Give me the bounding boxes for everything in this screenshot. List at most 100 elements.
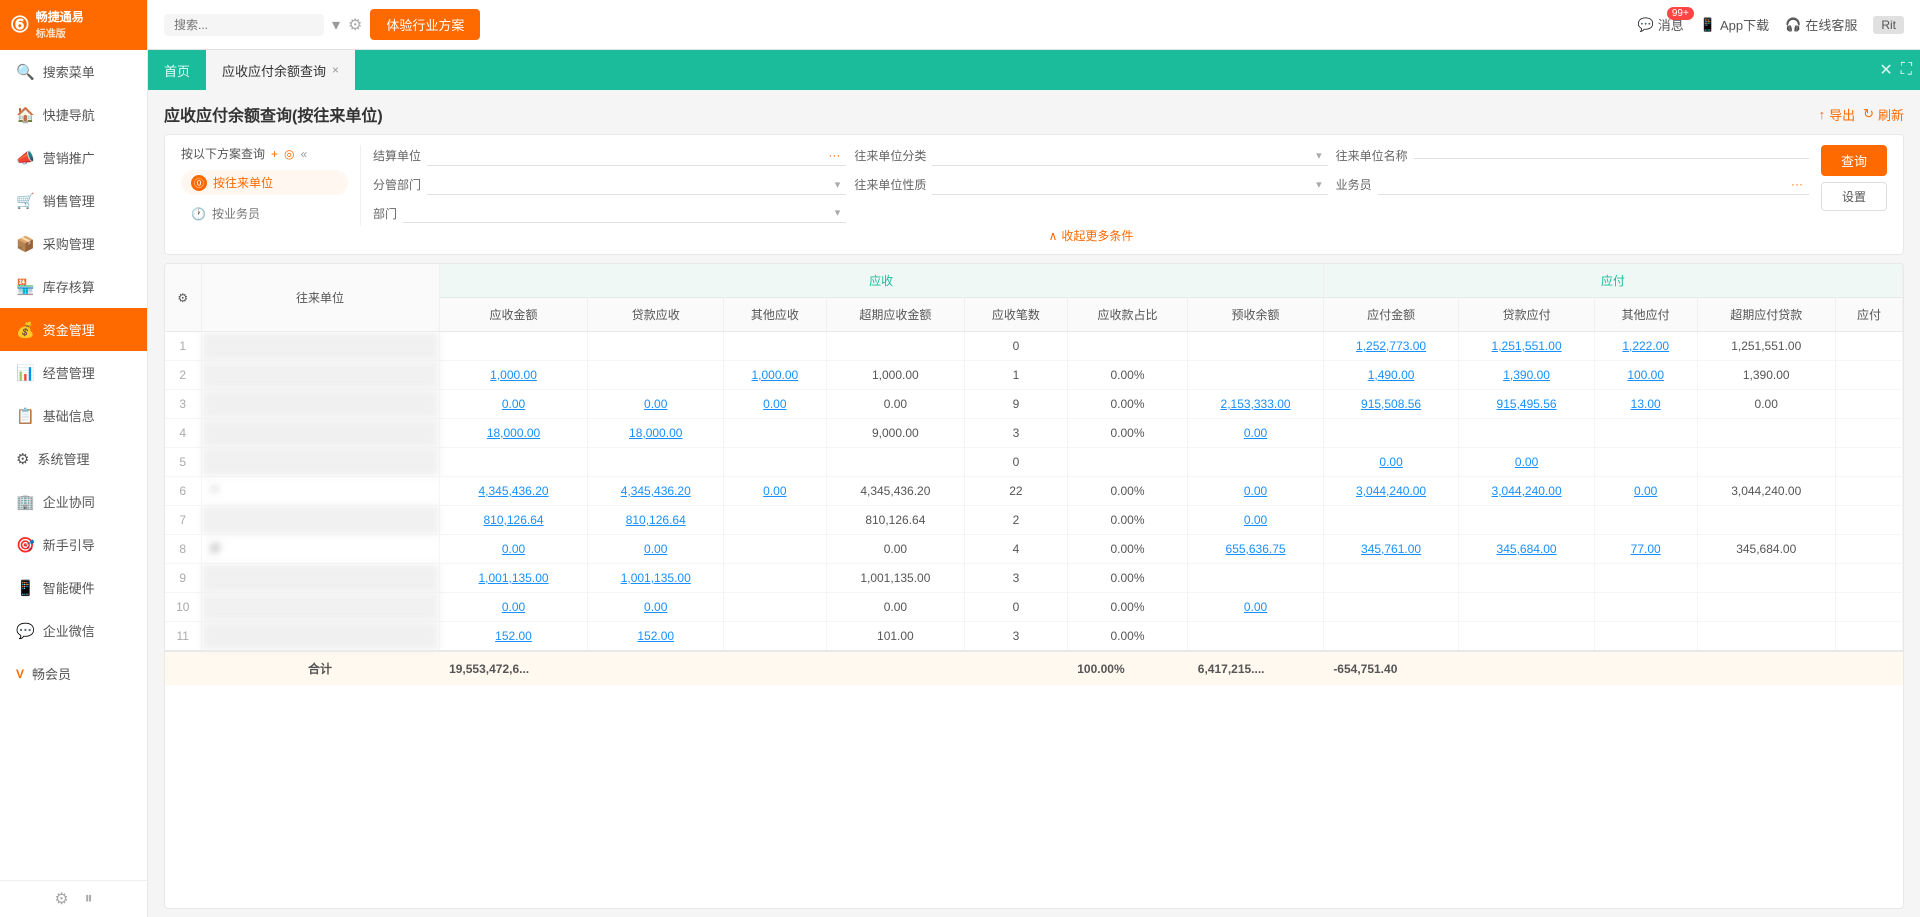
data-cell[interactable]: 0.00 <box>1188 477 1324 506</box>
sub-dept-select[interactable]: ▾ <box>403 203 846 223</box>
data-cell[interactable]: 0.00 <box>439 593 588 622</box>
sidebar-item-marketing[interactable]: 📣 营销推广 <box>0 136 147 179</box>
partner-type-select[interactable]: ▾ <box>932 146 1327 166</box>
data-cell[interactable] <box>1188 361 1324 390</box>
data-cell[interactable] <box>1188 448 1324 477</box>
data-cell[interactable] <box>1188 332 1324 361</box>
data-cell[interactable] <box>1323 622 1459 652</box>
data-cell[interactable] <box>723 506 826 535</box>
sidebar-item-sales[interactable]: 🛒 销售管理 <box>0 179 147 222</box>
data-cell[interactable] <box>1323 419 1459 448</box>
data-cell[interactable] <box>439 332 588 361</box>
data-cell[interactable] <box>1459 564 1595 593</box>
data-cell[interactable] <box>1323 593 1459 622</box>
data-cell[interactable]: 0.00 <box>1188 419 1324 448</box>
data-cell[interactable]: 0.00 <box>1188 506 1324 535</box>
data-cell[interactable] <box>723 535 826 564</box>
footer-ar-prepay[interactable]: 6,417,215.... <box>1188 651 1324 685</box>
data-cell[interactable]: 0.00 <box>723 390 826 419</box>
collapse-footer-icon[interactable]: ⏸ <box>85 890 93 908</box>
topbar-gear-icon[interactable]: ⚙ <box>348 15 362 35</box>
sidebar-item-inventory[interactable]: 🏪 库存核算 <box>0 265 147 308</box>
data-cell[interactable] <box>723 564 826 593</box>
filter-collapse-icon[interactable]: « <box>301 147 308 161</box>
filter-settings-icon[interactable]: ◎ <box>284 147 294 161</box>
table-settings-icon[interactable]: ⚙ <box>177 291 188 305</box>
sidebar-item-search-menu[interactable]: 🔍 搜索菜单 <box>0 50 147 93</box>
refresh-btn[interactable]: ↻ 刷新 <box>1863 105 1904 124</box>
data-cell[interactable]: 1,490.00 <box>1323 361 1459 390</box>
data-cell[interactable]: 13.00 <box>1594 390 1697 419</box>
query-btn[interactable]: 查询 <box>1821 145 1887 176</box>
industry-solution-btn[interactable]: 体验行业方案 <box>370 9 480 40</box>
data-cell[interactable]: 0.00 <box>723 477 826 506</box>
data-cell[interactable] <box>723 622 826 652</box>
data-cell[interactable]: 100.00 <box>1594 361 1697 390</box>
data-cell[interactable] <box>1594 448 1697 477</box>
sidebar-item-finance[interactable]: 💰 资金管理 <box>0 308 147 351</box>
data-cell[interactable] <box>723 593 826 622</box>
sidebar-item-hardware[interactable]: 📱 智能硬件 <box>0 566 147 609</box>
data-cell[interactable]: 0.00 <box>1323 448 1459 477</box>
data-cell[interactable] <box>1459 593 1595 622</box>
tab-expand-btn[interactable]: ⛶ <box>1901 61 1912 79</box>
data-cell[interactable]: 1,390.00 <box>1459 361 1595 390</box>
footer-ar-amount[interactable]: 19,553,472,6... <box>439 651 588 685</box>
sidebar-item-purchase[interactable]: 📦 采购管理 <box>0 222 147 265</box>
topbar-dropdown-btn[interactable]: ▾ <box>332 15 340 35</box>
sidebar-item-guide[interactable]: 🎯 新手引导 <box>0 523 147 566</box>
data-cell[interactable]: 0.00 <box>1594 477 1697 506</box>
sidebar-item-wechat[interactable]: 💬 企业微信 <box>0 609 147 652</box>
data-cell[interactable] <box>588 332 724 361</box>
settlement-input[interactable]: ··· <box>427 145 846 166</box>
data-cell[interactable] <box>723 332 826 361</box>
tab-close-btn[interactable]: × <box>332 63 339 77</box>
sidebar-item-quick-nav[interactable]: 🏠 快捷导航 <box>0 93 147 136</box>
data-cell[interactable]: 18,000.00 <box>439 419 588 448</box>
settings-footer-icon[interactable]: ⚙ <box>54 889 68 909</box>
data-cell[interactable] <box>588 448 724 477</box>
data-cell[interactable] <box>723 419 826 448</box>
search-input[interactable] <box>164 14 324 36</box>
data-cell[interactable]: 4,345,436.20 <box>439 477 588 506</box>
data-cell[interactable] <box>1459 506 1595 535</box>
data-cell[interactable]: 152.00 <box>588 622 724 652</box>
online-service-btn[interactable]: 🎧 在线客服 <box>1785 15 1857 34</box>
data-cell[interactable] <box>1323 564 1459 593</box>
data-cell[interactable]: 0.00 <box>439 390 588 419</box>
sidebar-item-enterprise[interactable]: 🏢 企业协同 <box>0 480 147 523</box>
filter-group-salesperson[interactable]: 🕐 按业务员 <box>181 201 348 226</box>
data-cell[interactable]: 1,251,551.00 <box>1459 332 1595 361</box>
sidebar-item-member[interactable]: V 畅会员 <box>0 652 147 695</box>
data-cell[interactable]: 0.00 <box>439 535 588 564</box>
data-cell[interactable] <box>1459 622 1595 652</box>
partner-nature-select[interactable]: ▾ <box>932 175 1327 195</box>
sidebar-item-basic-info[interactable]: 📋 基础信息 <box>0 394 147 437</box>
data-cell[interactable]: 1,001,135.00 <box>588 564 724 593</box>
dept-select[interactable]: ▾ <box>427 175 846 195</box>
collapse-btn[interactable]: ∧ 收起更多条件 <box>1049 227 1134 244</box>
data-cell[interactable]: 1,222.00 <box>1594 332 1697 361</box>
data-cell[interactable] <box>439 448 588 477</box>
data-cell[interactable]: 4,345,436.20 <box>588 477 724 506</box>
data-cell[interactable]: 0.00 <box>588 535 724 564</box>
data-cell[interactable]: 1,252,773.00 <box>1323 332 1459 361</box>
data-cell[interactable] <box>1594 622 1697 652</box>
data-cell[interactable] <box>1323 506 1459 535</box>
data-cell[interactable] <box>588 361 724 390</box>
data-cell[interactable]: 3,044,240.00 <box>1323 477 1459 506</box>
data-cell[interactable]: 2,153,333.00 <box>1188 390 1324 419</box>
data-cell[interactable]: 1,000.00 <box>439 361 588 390</box>
filter-add-btn[interactable]: + <box>271 147 278 161</box>
data-cell[interactable]: 1,000.00 <box>723 361 826 390</box>
user-avatar[interactable]: Rit <box>1873 16 1904 34</box>
table-scroll[interactable]: ⚙ 往来单位 应收 应付 应收金额 贷款应收 其他应收 超期应收金额 <box>165 264 1903 908</box>
data-cell[interactable] <box>1594 506 1697 535</box>
data-cell[interactable] <box>1594 419 1697 448</box>
tab-close-window-btn[interactable]: ✕ <box>1879 60 1892 80</box>
data-cell[interactable]: 1,001,135.00 <box>439 564 588 593</box>
messages-btn[interactable]: 💬 消息 99+ <box>1638 15 1684 34</box>
data-cell[interactable]: 345,761.00 <box>1323 535 1459 564</box>
data-cell[interactable]: 915,508.56 <box>1323 390 1459 419</box>
tab-home[interactable]: 首页 <box>148 50 206 90</box>
